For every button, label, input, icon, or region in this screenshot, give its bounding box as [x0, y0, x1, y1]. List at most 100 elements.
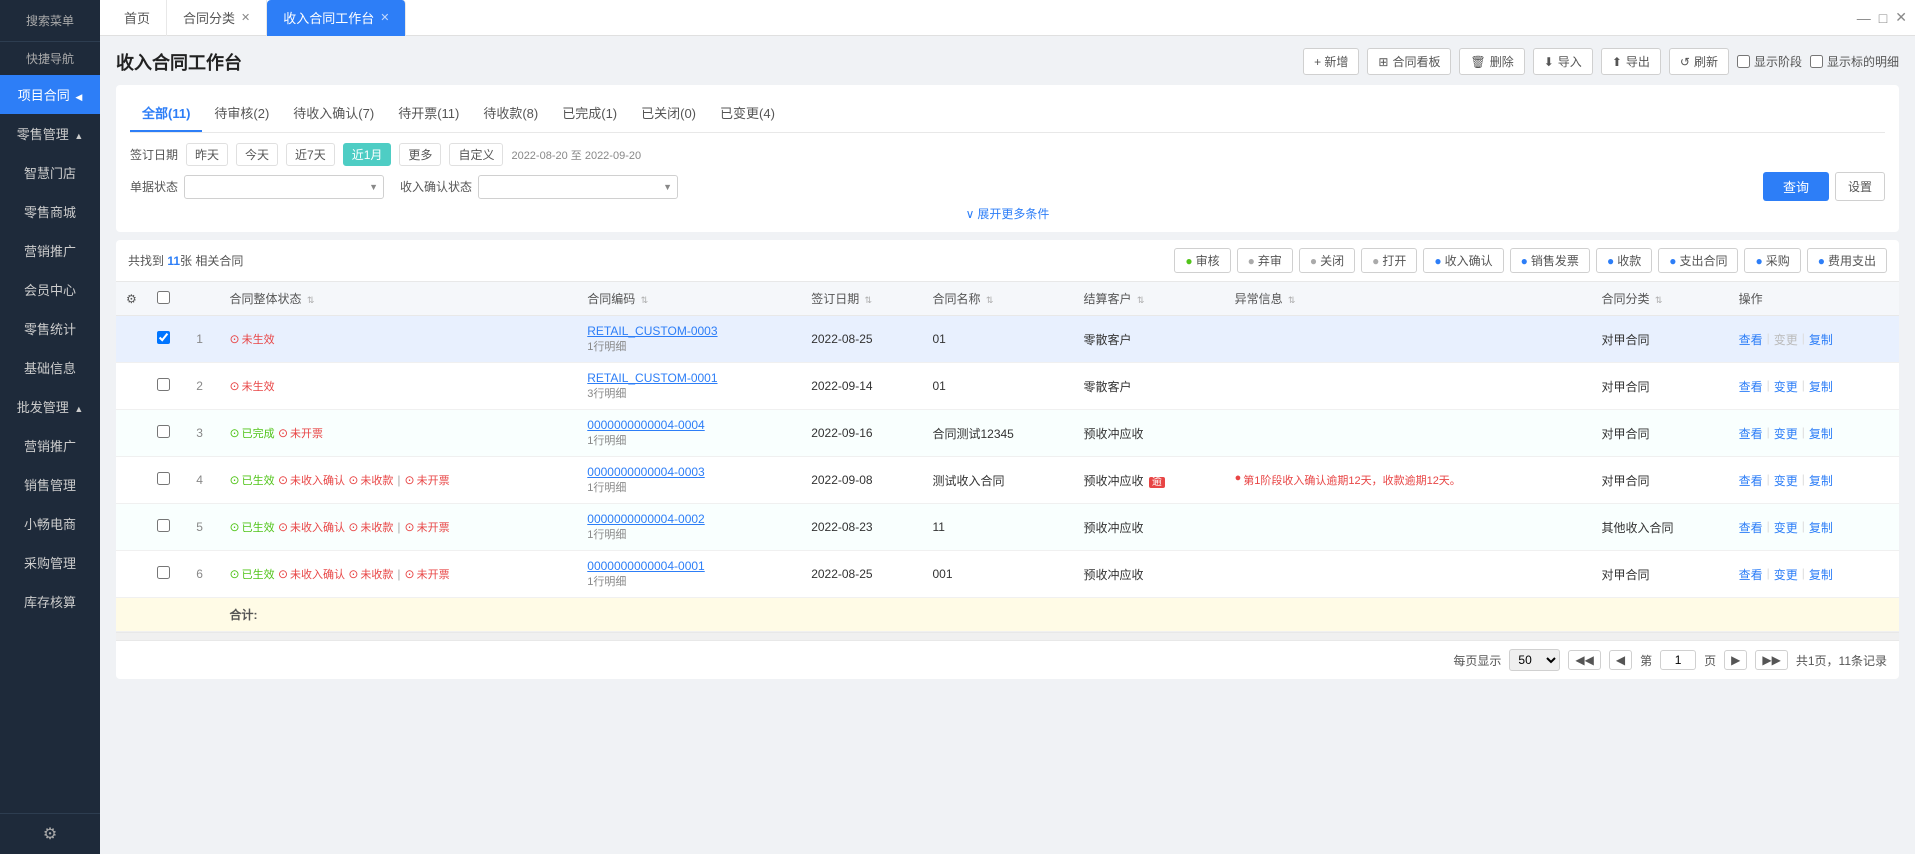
- sidebar-item-smart-store[interactable]: 智慧门店: [0, 153, 100, 192]
- action-review[interactable]: ● 审核: [1174, 248, 1230, 273]
- action-sales-invoice[interactable]: ● 销售发票: [1510, 248, 1590, 273]
- contract-code-link[interactable]: 0000000000004-0003: [587, 465, 704, 479]
- row-checkbox[interactable]: [157, 472, 170, 485]
- row-action-view[interactable]: 查看: [1739, 472, 1763, 489]
- status-tab-completed[interactable]: 已完成(1): [550, 95, 629, 132]
- row-action-copy[interactable]: 复制: [1809, 566, 1833, 583]
- contract-code-link[interactable]: 0000000000004-0001: [587, 559, 704, 573]
- set-button[interactable]: 设置: [1835, 172, 1885, 201]
- tab-income-workbench[interactable]: 收入合同工作台 ✕: [267, 0, 406, 36]
- contract-board-button[interactable]: ⊞ 合同看板: [1367, 48, 1451, 75]
- refresh-button[interactable]: ↺ 刷新: [1669, 48, 1729, 75]
- next-page-btn[interactable]: ▶: [1724, 650, 1747, 670]
- sidebar-item-marketing[interactable]: 营销推广: [0, 231, 100, 270]
- row-action-change[interactable]: 变更: [1774, 566, 1798, 583]
- import-button[interactable]: ⬇ 导入: [1533, 48, 1593, 75]
- sidebar-item-project[interactable]: 项目合同 ◀: [0, 75, 100, 114]
- col-status[interactable]: 合同整体状态 ⇅: [220, 282, 578, 316]
- tab-income-workbench-close[interactable]: ✕: [380, 11, 389, 24]
- status-tab-all[interactable]: 全部(11): [130, 95, 202, 132]
- date-today[interactable]: 今天: [236, 143, 278, 166]
- action-purchase[interactable]: ● 采购: [1744, 248, 1800, 273]
- show-stages-input[interactable]: [1737, 55, 1750, 68]
- contract-code-link[interactable]: 0000000000004-0002: [587, 512, 704, 526]
- col-code[interactable]: 合同编码 ⇅: [577, 282, 801, 316]
- action-expense-contract[interactable]: ● 支出合同: [1658, 248, 1738, 273]
- delete-button[interactable]: 🗑 删除: [1459, 48, 1524, 75]
- maximize-icon[interactable]: □: [1879, 10, 1887, 26]
- query-button[interactable]: 查询: [1763, 172, 1829, 201]
- status-tab-pending-payment[interactable]: 待收款(8): [471, 95, 550, 132]
- col-sign-date[interactable]: 签订日期 ⇅: [801, 282, 922, 316]
- row-action-change[interactable]: 变更: [1774, 378, 1798, 395]
- row-action-copy[interactable]: 复制: [1809, 331, 1833, 348]
- col-alert[interactable]: 异常信息 ⇅: [1225, 282, 1592, 316]
- sidebar-item-retail-stats[interactable]: 零售统计: [0, 309, 100, 348]
- add-button[interactable]: + 新增: [1303, 48, 1359, 75]
- row-action-change[interactable]: 变更: [1774, 425, 1798, 442]
- date-custom[interactable]: 自定义: [449, 143, 503, 166]
- settings-gear-icon[interactable]: ⚙: [43, 826, 57, 843]
- expand-conditions-button[interactable]: ∨ 展开更多条件: [966, 205, 1050, 222]
- contract-code-link[interactable]: RETAIL_CUSTOM-0001: [587, 371, 717, 385]
- row-checkbox[interactable]: [157, 378, 170, 391]
- date-more[interactable]: 更多: [399, 143, 441, 166]
- row-action-view[interactable]: 查看: [1739, 519, 1763, 536]
- sidebar-item-purchase[interactable]: 采购管理: [0, 543, 100, 582]
- date-last1month[interactable]: 近1月: [343, 143, 392, 166]
- action-open[interactable]: ● 打开: [1361, 248, 1417, 273]
- sidebar-item-member[interactable]: 会员中心: [0, 270, 100, 309]
- status-tab-closed[interactable]: 已关闭(0): [629, 95, 708, 132]
- sidebar-item-base-info[interactable]: 基础信息: [0, 348, 100, 387]
- action-abandon[interactable]: ● 弃审: [1237, 248, 1293, 273]
- sidebar-item-inventory[interactable]: 库存核算: [0, 582, 100, 621]
- tab-home[interactable]: 首页: [108, 0, 167, 36]
- row-action-copy[interactable]: 复制: [1809, 472, 1833, 489]
- status-tab-pending-review[interactable]: 待审核(2): [202, 95, 281, 132]
- sidebar-item-sales[interactable]: 销售管理: [0, 465, 100, 504]
- col-type[interactable]: 合同分类 ⇅: [1592, 282, 1729, 316]
- page-number-input[interactable]: [1660, 650, 1696, 670]
- sidebar-search[interactable]: 搜索菜单: [0, 0, 100, 42]
- sidebar-item-wholesale[interactable]: 批发管理 ▲: [0, 387, 100, 426]
- row-action-change[interactable]: 变更: [1774, 472, 1798, 489]
- show-detail-input[interactable]: [1810, 55, 1823, 68]
- row-checkbox[interactable]: [157, 566, 170, 579]
- last-page-btn[interactable]: ▶▶: [1755, 650, 1787, 670]
- row-checkbox[interactable]: [157, 519, 170, 532]
- doc-status-select[interactable]: [184, 175, 384, 199]
- row-checkbox[interactable]: [157, 331, 170, 344]
- show-stages-checkbox[interactable]: 显示阶段: [1737, 53, 1802, 70]
- row-checkbox[interactable]: [157, 425, 170, 438]
- row-action-view[interactable]: 查看: [1739, 331, 1763, 348]
- show-detail-checkbox[interactable]: 显示标的明细: [1810, 53, 1899, 70]
- status-tab-pending-income-confirm[interactable]: 待收入确认(7): [281, 95, 386, 132]
- status-tab-pending-invoice[interactable]: 待开票(11): [386, 95, 471, 132]
- col-gear[interactable]: ⚙: [116, 282, 147, 316]
- row-action-copy[interactable]: 复制: [1809, 519, 1833, 536]
- sidebar-item-xiaochu[interactable]: 小畅电商: [0, 504, 100, 543]
- row-action-view[interactable]: 查看: [1739, 566, 1763, 583]
- first-page-btn[interactable]: ◀◀: [1568, 650, 1600, 670]
- sidebar-item-marketing2[interactable]: 营销推广: [0, 426, 100, 465]
- page-size-select[interactable]: 50 100 200: [1509, 649, 1560, 671]
- tab-contract-type[interactable]: 合同分类 ✕: [167, 0, 267, 36]
- date-yesterday[interactable]: 昨天: [186, 143, 228, 166]
- contract-code-link[interactable]: RETAIL_CUSTOM-0003: [587, 324, 717, 338]
- sidebar-item-retail-mall[interactable]: 零售商城: [0, 192, 100, 231]
- action-cost-expense[interactable]: ● 费用支出: [1807, 248, 1887, 273]
- row-action-view[interactable]: 查看: [1739, 425, 1763, 442]
- col-customer[interactable]: 结算客户 ⇅: [1074, 282, 1225, 316]
- status-tab-changed[interactable]: 已变更(4): [708, 95, 787, 132]
- sidebar-item-retail[interactable]: 零售管理 ▲: [0, 114, 100, 153]
- action-payment[interactable]: ● 收款: [1596, 248, 1652, 273]
- income-confirm-select[interactable]: [478, 175, 678, 199]
- row-action-copy[interactable]: 复制: [1809, 425, 1833, 442]
- tab-contract-type-close[interactable]: ✕: [241, 11, 250, 24]
- date-last7[interactable]: 近7天: [286, 143, 335, 166]
- row-action-copy[interactable]: 复制: [1809, 378, 1833, 395]
- row-action-change[interactable]: 变更: [1774, 519, 1798, 536]
- action-income-confirm[interactable]: ● 收入确认: [1423, 248, 1503, 273]
- col-name[interactable]: 合同名称 ⇅: [922, 282, 1073, 316]
- row-action-view[interactable]: 查看: [1739, 378, 1763, 395]
